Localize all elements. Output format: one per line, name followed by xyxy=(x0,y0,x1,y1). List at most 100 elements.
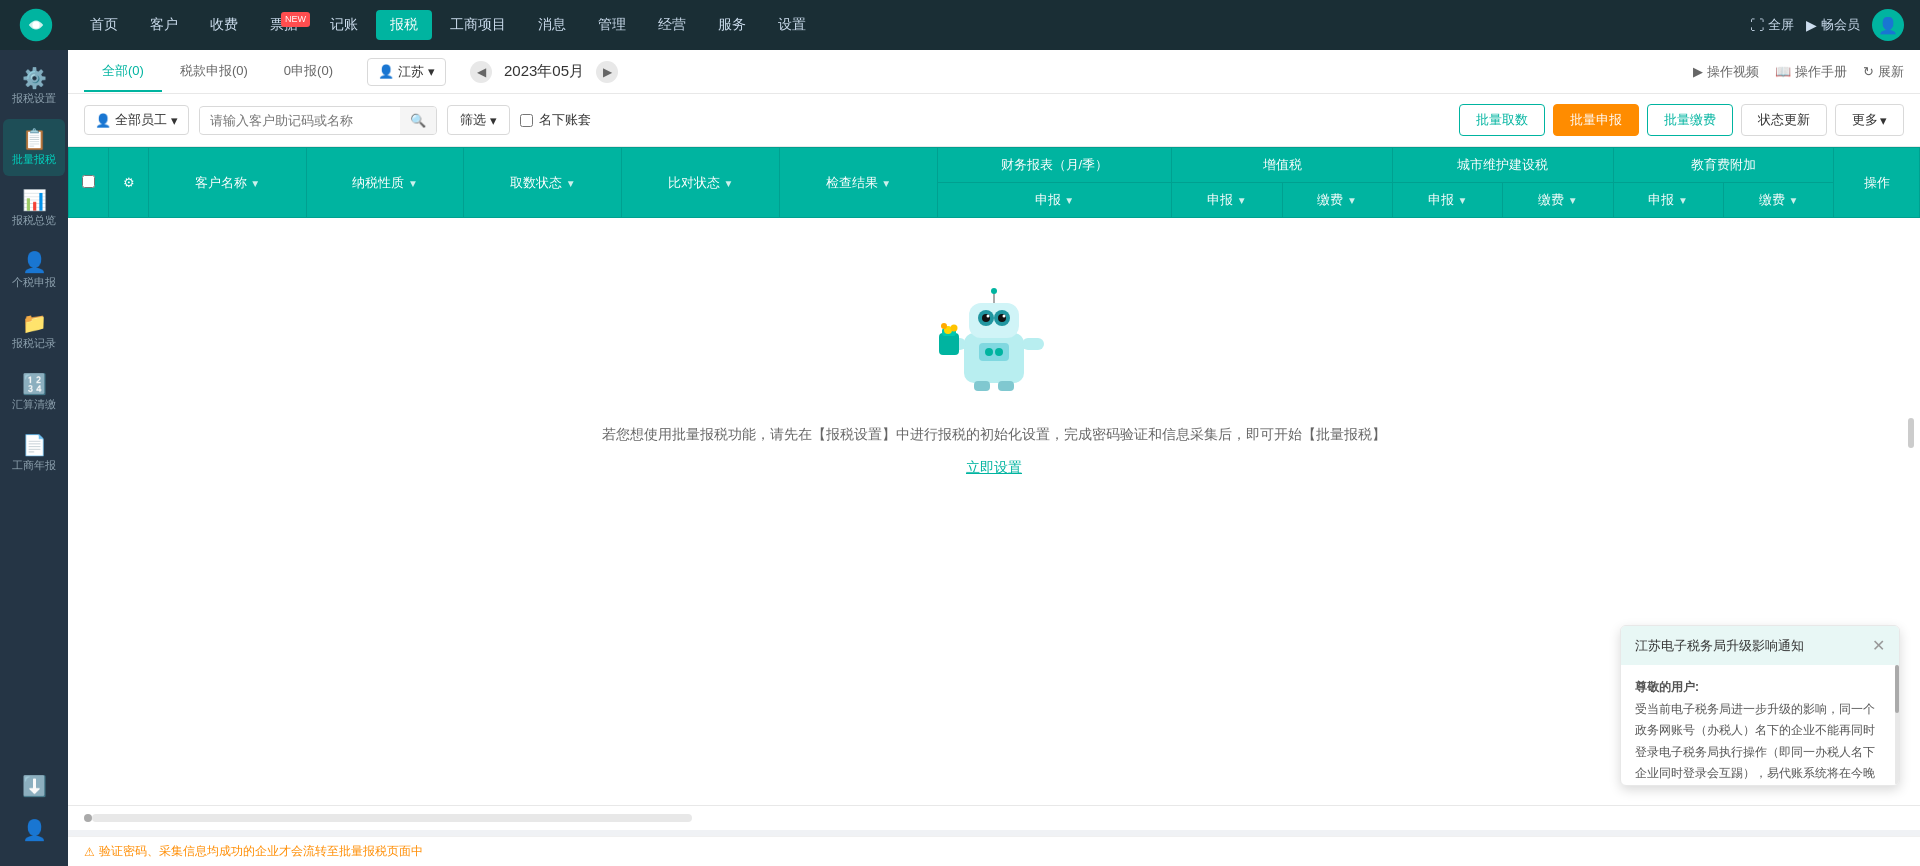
horizontal-scrollbar[interactable] xyxy=(92,814,692,822)
download-icon: ⬇️ xyxy=(22,776,47,796)
sidebar-download[interactable]: ⬇️ xyxy=(3,766,65,806)
name-account-checkbox[interactable] xyxy=(520,114,533,127)
sidebar-item-tax-record[interactable]: 📁 报税记录 xyxy=(3,303,65,360)
nav-accounting[interactable]: 记账 xyxy=(316,10,372,40)
fullscreen-icon: ⛶ xyxy=(1750,17,1764,33)
filter-btn[interactable]: 筛选 ▾ xyxy=(447,105,510,135)
check-filter-icon[interactable]: ▼ xyxy=(881,178,891,189)
avatar[interactable]: 👤 xyxy=(1872,9,1904,41)
video-btn[interactable]: ▶ 操作视频 xyxy=(1693,63,1759,81)
checkbox-label[interactable]: 名下账套 xyxy=(520,111,591,129)
nav-biz[interactable]: 工商项目 xyxy=(436,10,520,40)
more-btn[interactable]: 更多 ▾ xyxy=(1835,104,1904,136)
status-update-btn[interactable]: 状态更新 xyxy=(1741,104,1827,136)
tax-summary-icon: 📊 xyxy=(22,190,47,210)
edu-pay-filter-icon[interactable]: ▼ xyxy=(1788,195,1798,206)
nav-message[interactable]: 消息 xyxy=(524,10,580,40)
sidebar-item-tax-summary[interactable]: 📊 报税总览 xyxy=(3,180,65,237)
refresh-btn[interactable]: ↻ 展新 xyxy=(1863,63,1904,81)
region-icon: 👤 xyxy=(378,64,394,79)
th-checkbox[interactable] xyxy=(69,148,109,218)
batch-fetch-btn[interactable]: 批量取数 xyxy=(1459,104,1545,136)
right-scroll-indicator xyxy=(1908,418,1914,448)
sidebar-label-personal-tax: 个税申报 xyxy=(12,276,56,289)
th-vat-declare: 申报 ▼ xyxy=(1172,183,1282,218)
th-financial-declare: 申报 ▼ xyxy=(937,183,1171,218)
nav-settings[interactable]: 设置 xyxy=(764,10,820,40)
sidebar-item-personal-tax[interactable]: 👤 个税申报 xyxy=(3,242,65,299)
sidebar-bottom: ⬇️ 👤 xyxy=(3,766,65,866)
sidebar-label-annual-report: 工商年报 xyxy=(12,459,56,472)
edu-declare-filter-icon[interactable]: ▼ xyxy=(1678,195,1688,206)
manual-btn[interactable]: 📖 操作手册 xyxy=(1775,63,1847,81)
sidebar-user[interactable]: 👤 xyxy=(3,810,65,850)
nav-invoice[interactable]: 票据 NEW xyxy=(256,10,312,40)
tab-all[interactable]: 全部(0) xyxy=(84,52,162,92)
compare-filter-icon[interactable]: ▼ xyxy=(723,178,733,189)
svg-rect-22 xyxy=(974,381,990,391)
next-month-btn[interactable]: ▶ xyxy=(596,61,618,83)
sidebar-label-batch-tax: 批量报税 xyxy=(12,153,56,166)
search-btn[interactable]: 🔍 xyxy=(400,107,436,134)
top-nav: 首页 客户 收费 票据 NEW 记账 报税 工商项目 消息 管理 经营 服务 设… xyxy=(0,0,1920,50)
tab-tax-declaration[interactable]: 税款申报(0) xyxy=(162,52,266,92)
sidebar-item-annual-report[interactable]: 📄 工商年报 xyxy=(3,425,65,482)
vat-pay-filter-icon[interactable]: ▼ xyxy=(1347,195,1357,206)
th-vat-pay: 缴费 ▼ xyxy=(1282,183,1392,218)
logo xyxy=(16,5,56,45)
fullscreen-btn[interactable]: ⛶ 全屏 xyxy=(1750,16,1794,34)
filter-chevron-icon: ▾ xyxy=(490,113,497,128)
personal-tax-icon: 👤 xyxy=(22,252,47,272)
bottom-content: ⚠ 验证密码、采集信息均成功的企业才会流转至批量报税页面中 xyxy=(68,805,1920,866)
notification-close-btn[interactable]: ✕ xyxy=(1872,636,1885,655)
batch-declare-btn[interactable]: 批量申报 xyxy=(1553,104,1639,136)
svg-rect-3 xyxy=(969,303,1019,338)
svg-point-8 xyxy=(987,315,990,318)
tax-type-filter-icon[interactable]: ▼ xyxy=(408,178,418,189)
settlement-icon: 🔢 xyxy=(22,374,47,394)
nav-home[interactable]: 首页 xyxy=(76,10,132,40)
current-month: 2023年05月 xyxy=(504,62,584,81)
scroll-left-btn[interactable] xyxy=(84,814,92,822)
nav-fee[interactable]: 收费 xyxy=(196,10,252,40)
svg-rect-13 xyxy=(1022,338,1044,350)
th-edu-declare: 申报 ▼ xyxy=(1613,183,1723,218)
nav-tax[interactable]: 报税 xyxy=(376,10,432,40)
city-pay-filter-icon[interactable]: ▼ xyxy=(1568,195,1578,206)
vip-btn[interactable]: ▶ 畅会员 xyxy=(1806,16,1860,34)
tab-zero-declaration[interactable]: 0申报(0) xyxy=(266,52,351,92)
employee-selector[interactable]: 👤 全部员工 ▾ xyxy=(84,105,189,135)
search-input[interactable] xyxy=(200,108,400,133)
fetch-filter-icon[interactable]: ▼ xyxy=(566,178,576,189)
setup-link[interactable]: 立即设置 xyxy=(966,459,1022,477)
sidebar-item-batch-tax[interactable]: 📋 批量报税 xyxy=(3,119,65,176)
city-declare-filter-icon[interactable]: ▼ xyxy=(1457,195,1467,206)
batch-pay-btn[interactable]: 批量缴费 xyxy=(1647,104,1733,136)
batch-tax-icon: 📋 xyxy=(22,129,47,149)
more-chevron-icon: ▾ xyxy=(1880,113,1887,128)
avatar-icon: 👤 xyxy=(1878,16,1898,35)
select-all-checkbox[interactable] xyxy=(82,175,95,188)
sidebar-item-settlement[interactable]: 🔢 汇算清缴 xyxy=(3,364,65,421)
nav-manage[interactable]: 管理 xyxy=(584,10,640,40)
nav-service[interactable]: 服务 xyxy=(704,10,760,40)
svg-rect-23 xyxy=(998,381,1014,391)
annual-report-icon: 📄 xyxy=(22,435,47,455)
nav-right-actions: ⛶ 全屏 ▶ 畅会员 👤 xyxy=(1750,9,1904,41)
sidebar-label-tax-summary: 报税总览 xyxy=(12,214,56,227)
region-selector[interactable]: 👤 江苏 ▾ xyxy=(367,58,446,86)
sidebar-item-tax-settings[interactable]: ⚙️ 报税设置 xyxy=(3,58,65,115)
notification-body: 尊敬的用户: 受当前电子税务局进一步升级的影响，同一个政务网账号（办税人）名下的… xyxy=(1621,665,1895,785)
fin-declare-filter-icon[interactable]: ▼ xyxy=(1064,195,1074,206)
th-check-result: 检查结果 ▼ xyxy=(779,148,937,218)
manual-icon: 📖 xyxy=(1775,64,1791,79)
nav-operation[interactable]: 经营 xyxy=(644,10,700,40)
nav-customer[interactable]: 客户 xyxy=(136,10,192,40)
prev-month-btn[interactable]: ◀ xyxy=(470,61,492,83)
vat-declare-filter-icon[interactable]: ▼ xyxy=(1237,195,1247,206)
customer-filter-icon[interactable]: ▼ xyxy=(250,178,260,189)
th-gear[interactable]: ⚙ xyxy=(109,148,149,218)
tax-record-icon: 📁 xyxy=(22,313,47,333)
employee-icon: 👤 xyxy=(95,113,111,128)
month-nav: ◀ 2023年05月 ▶ xyxy=(470,61,618,83)
